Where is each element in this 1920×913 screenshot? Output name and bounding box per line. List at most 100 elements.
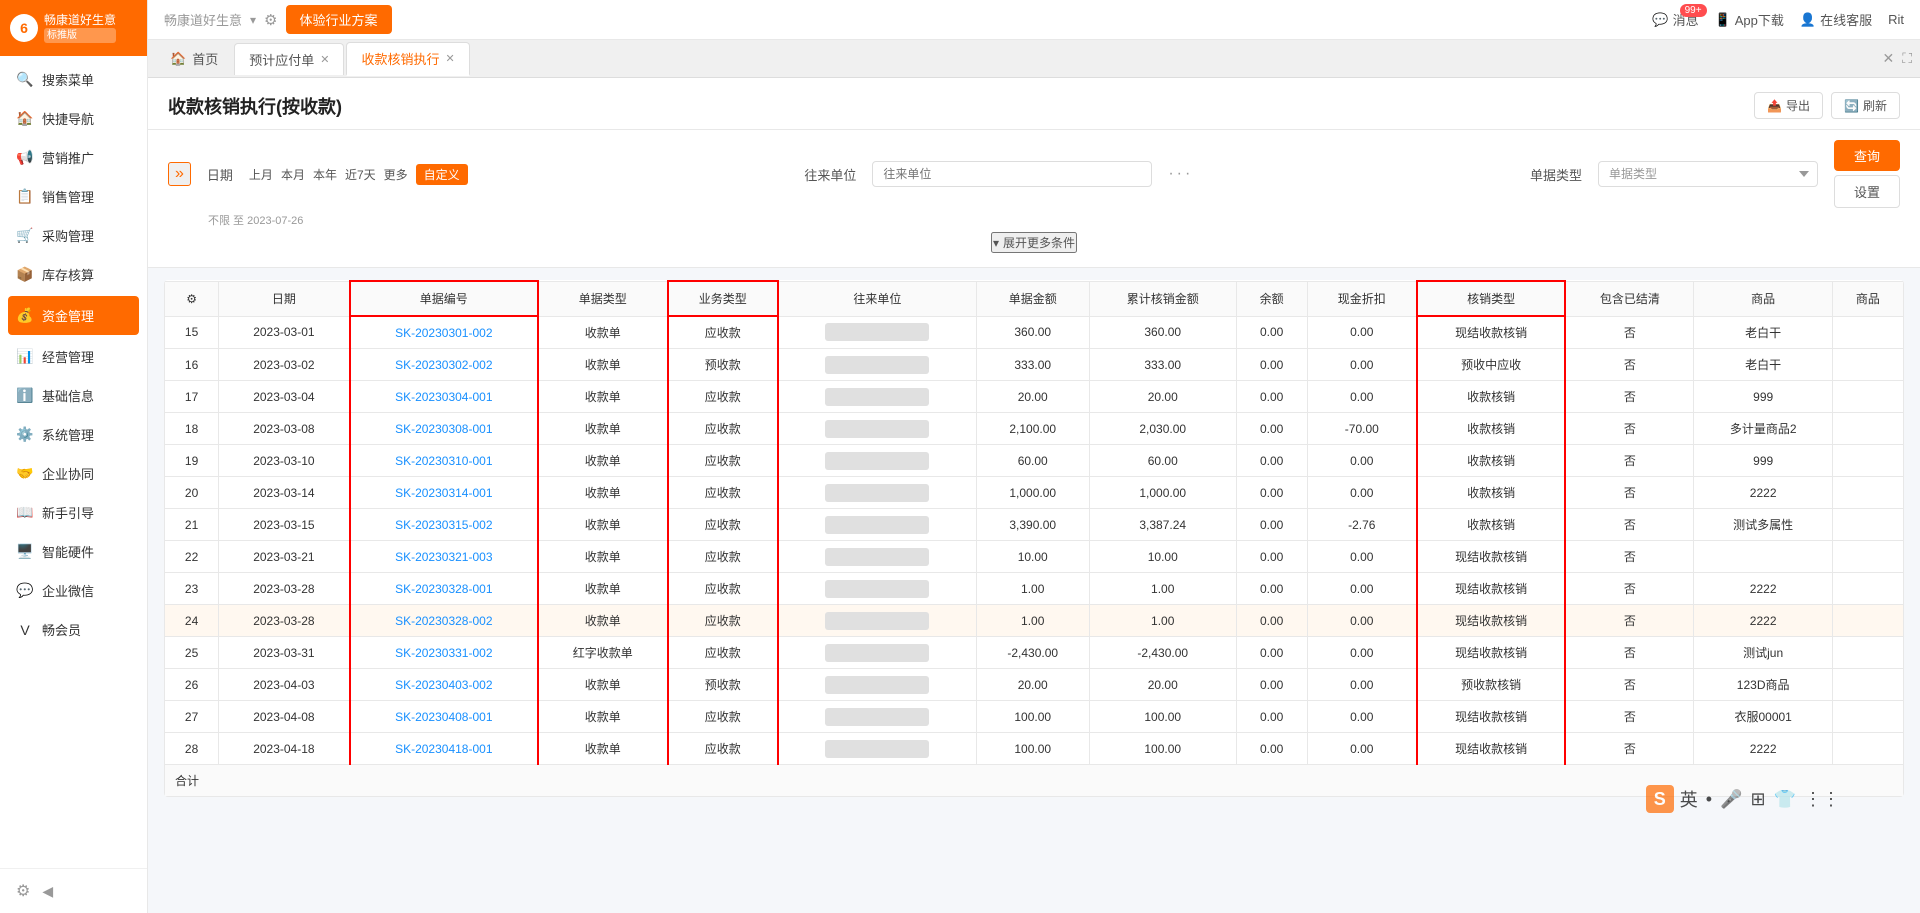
cell-discount: 0.00: [1307, 445, 1417, 477]
cell-discount: 0.00: [1307, 477, 1417, 509]
tab-pre-payment-close-icon[interactable]: ✕: [320, 53, 329, 66]
col-header-doc-no[interactable]: 单据编号: [350, 281, 539, 316]
table-row: 15 2023-03-01 SK-20230301-002 收款单 应收款 ██…: [165, 316, 1904, 349]
doc-no-link[interactable]: SK-20230308-001: [395, 422, 492, 436]
sidebar-item-marketing[interactable]: 📢营销推广: [0, 138, 147, 177]
cell-cancel-type: 现结收款核销: [1417, 733, 1565, 765]
col-header-include-settled[interactable]: 包含已结清: [1565, 281, 1694, 316]
cell-cum-amount: 1,000.00: [1089, 477, 1236, 509]
export-button[interactable]: 📤 导出: [1754, 92, 1823, 119]
col-header-doc-type[interactable]: 单据类型: [538, 281, 667, 316]
table-row: 25 2023-03-31 SK-20230331-002 红字收款单 应收款 …: [165, 637, 1904, 669]
cell-num: 19: [165, 445, 219, 477]
sidebar-item-hardware[interactable]: 🖥️智能硬件: [0, 532, 147, 571]
watermark-dot-icon: •: [1706, 789, 1712, 810]
home-icon: 🏠: [170, 51, 186, 67]
cell-product: 999: [1694, 445, 1832, 477]
cell-balance: 0.00: [1236, 349, 1307, 381]
tab-collection-exec-close-icon[interactable]: ✕: [445, 52, 454, 65]
cell-biz-type: 应收款: [668, 477, 779, 509]
sidebar-item-sales[interactable]: 📋销售管理: [0, 177, 147, 216]
refresh-button[interactable]: 🔄 刷新: [1831, 92, 1900, 119]
date-shortcut-more[interactable]: 更多: [384, 166, 408, 183]
user-name[interactable]: Rit: [1888, 12, 1904, 27]
col-header-balance[interactable]: 余额: [1236, 281, 1307, 316]
cell-amount: 60.00: [976, 445, 1089, 477]
col-header-date[interactable]: 日期: [219, 281, 350, 316]
cell-amount: 10.00: [976, 541, 1089, 573]
online-service-button[interactable]: 👤 在线客服: [1800, 10, 1872, 29]
sidebar-item-wechat[interactable]: 💬企业微信: [0, 571, 147, 610]
tab-collection-exec[interactable]: 收款核销执行 ✕: [346, 42, 469, 76]
cell-cum-amount: 100.00: [1089, 701, 1236, 733]
cell-partner: ████████: [778, 316, 976, 349]
app-download-button[interactable]: 📱 App下载: [1715, 10, 1784, 29]
cell-product2: [1832, 733, 1903, 765]
sidebar-item-purchase[interactable]: 🛒采购管理: [0, 216, 147, 255]
doc-no-link[interactable]: SK-20230328-002: [395, 614, 492, 628]
col-header-cum-amount[interactable]: 累计核销金额: [1089, 281, 1236, 316]
col-header-discount[interactable]: 现金折扣: [1307, 281, 1417, 316]
sidebar-item-basic-info[interactable]: ℹ️基础信息: [0, 376, 147, 415]
date-shortcut-this-year[interactable]: 本年: [313, 166, 337, 183]
sidebar-item-enterprise[interactable]: 🤝企业协同: [0, 454, 147, 493]
message-button[interactable]: 💬 消息 99+: [1652, 10, 1698, 29]
doc-no-link[interactable]: SK-20230408-001: [395, 710, 492, 724]
col-header-biz-type[interactable]: 业务类型: [668, 281, 779, 316]
table-row: 18 2023-03-08 SK-20230308-001 收款单 应收款 ██…: [165, 413, 1904, 445]
col-header-product[interactable]: 商品: [1694, 281, 1832, 316]
doc-no-link[interactable]: SK-20230310-001: [395, 454, 492, 468]
col-header-partner[interactable]: 往来单位: [778, 281, 976, 316]
doc-no-link[interactable]: SK-20230328-001: [395, 582, 492, 596]
cell-product: 多计量商品2: [1694, 413, 1832, 445]
col-header-product2[interactable]: 商品: [1832, 281, 1903, 316]
expand-more-button[interactable]: ▾ 展开更多条件: [991, 232, 1077, 253]
date-shortcut-this-month[interactable]: 本月: [281, 166, 305, 183]
doc-no-link[interactable]: SK-20230301-002: [395, 326, 492, 340]
inventory-icon: 📦: [16, 266, 34, 283]
col-header-gear[interactable]: ⚙: [165, 281, 219, 316]
sidebar-item-search[interactable]: 🔍搜索菜单: [0, 60, 147, 99]
cell-doc-type: 收款单: [538, 316, 667, 349]
cell-date: 2023-03-10: [219, 445, 350, 477]
doc-no-link[interactable]: SK-20230302-002: [395, 358, 492, 372]
tab-pre-payment[interactable]: 预计应付单 ✕: [234, 43, 344, 75]
sidebar-item-quick-nav[interactable]: 🏠快捷导航: [0, 99, 147, 138]
sidebar-item-inventory[interactable]: 📦库存核算: [0, 255, 147, 294]
doc-no-link[interactable]: SK-20230321-003: [395, 550, 492, 564]
date-shortcut-last-month[interactable]: 上月: [249, 166, 273, 183]
sidebar-item-operations[interactable]: 📊经营管理: [0, 337, 147, 376]
date-shortcut-7days[interactable]: 近7天: [345, 166, 376, 183]
col-header-cancel-type[interactable]: 核销类型: [1417, 281, 1565, 316]
partner-input[interactable]: [872, 161, 1152, 187]
filter-expand-button[interactable]: »: [168, 162, 191, 186]
doc-no-link[interactable]: SK-20230315-002: [395, 518, 492, 532]
filter-setting-button[interactable]: 设置: [1834, 175, 1900, 208]
collapse-icon[interactable]: ◀: [42, 883, 53, 900]
sidebar-item-system[interactable]: ⚙️系统管理: [0, 415, 147, 454]
doc-type-select[interactable]: 单据类型: [1598, 161, 1818, 187]
doc-no-link[interactable]: SK-20230314-001: [395, 486, 492, 500]
tab-home[interactable]: 🏠 首页: [156, 43, 232, 74]
cell-discount: 0.00: [1307, 701, 1417, 733]
topbar-gear-icon[interactable]: ⚙: [264, 11, 277, 29]
sidebar-item-guide[interactable]: 📖新手引导: [0, 493, 147, 532]
sidebar-menu: 🔍搜索菜单🏠快捷导航📢营销推广📋销售管理🛒采购管理📦库存核算💰资金管理📊经营管理…: [0, 56, 147, 868]
doc-no-link[interactable]: SK-20230418-001: [395, 742, 492, 756]
table-container[interactable]: ⚙ 日期 单据编号 单据类型 业务类型 往来单位 单据金额 累计核销金额 余额 …: [148, 268, 1920, 913]
cell-cancel-type: 现结收款核销: [1417, 637, 1565, 669]
tab-close-all-icon[interactable]: ✕: [1882, 50, 1894, 67]
doc-no-link[interactable]: SK-20230304-001: [395, 390, 492, 404]
industry-solution-button[interactable]: 体验行业方案: [286, 5, 392, 34]
settings-icon[interactable]: ⚙: [16, 881, 30, 901]
date-custom-button[interactable]: 自定义: [416, 164, 468, 185]
doc-no-link[interactable]: SK-20230331-002: [395, 646, 492, 660]
tab-expand-icon[interactable]: ⛶: [1902, 50, 1912, 67]
doc-no-link[interactable]: SK-20230403-002: [395, 678, 492, 692]
sidebar-item-vip[interactable]: V畅会员: [0, 610, 147, 649]
col-header-amount[interactable]: 单据金额: [976, 281, 1089, 316]
cell-num: 27: [165, 701, 219, 733]
sidebar-item-finance[interactable]: 💰资金管理: [8, 296, 139, 335]
query-button[interactable]: 查询: [1834, 140, 1900, 171]
cell-balance: 0.00: [1236, 573, 1307, 605]
